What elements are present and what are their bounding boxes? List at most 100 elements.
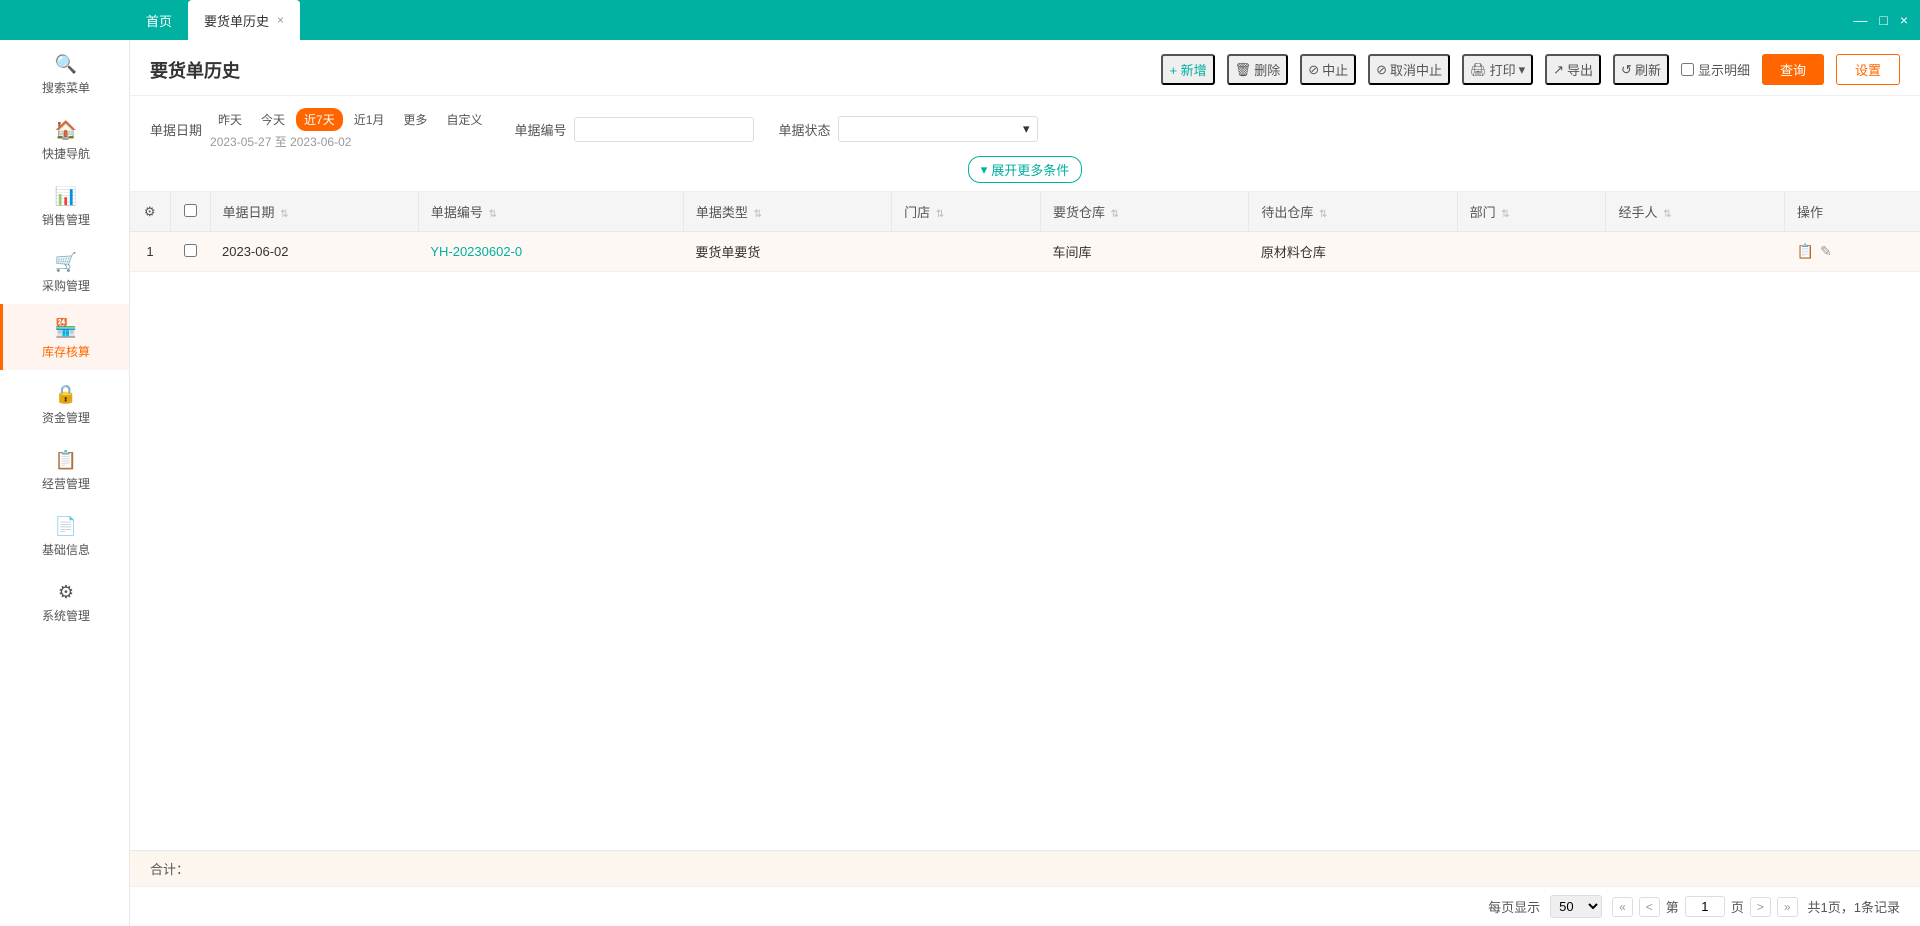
row-req-warehouse: 车间库 (1040, 232, 1248, 272)
row-checkbox-cell[interactable] (170, 232, 210, 272)
date-btn-custom[interactable]: 自定义 (438, 108, 490, 131)
date-btn-today[interactable]: 今天 (253, 108, 293, 131)
table-header-row: ⚙ 单据日期 ⇅ 单据编号 ⇅ 单据类型 ⇅ (130, 192, 1920, 232)
window-maximize-btn[interactable]: □ (1879, 12, 1887, 28)
next-page-btn[interactable]: > (1750, 897, 1771, 917)
sidebar-item-sales-label: 销售管理 (42, 211, 90, 228)
col-store[interactable]: 门店 ⇅ (892, 192, 1041, 232)
sidebar-item-sales-mgmt[interactable]: 📊 销售管理 (0, 172, 129, 238)
col-checkbox[interactable] (170, 192, 210, 232)
stop-icon: ⊘ (1308, 62, 1319, 78)
expand-label: 展开更多条件 (991, 160, 1069, 179)
export-button[interactable]: ↗ 导出 (1545, 54, 1601, 85)
sort-req-wh-icon: ⇅ (1111, 209, 1119, 220)
sidebar-item-finance-label: 资金管理 (42, 409, 90, 426)
per-page-label: 每页显示 (1488, 897, 1540, 916)
col-handler[interactable]: 经手人 ⇅ (1606, 192, 1785, 232)
first-page-btn[interactable]: « (1612, 897, 1633, 917)
date-btn-recent1m[interactable]: 近1月 (346, 108, 393, 131)
page-input[interactable] (1685, 896, 1725, 917)
table-container: ⚙ 单据日期 ⇅ 单据编号 ⇅ 单据类型 ⇅ (130, 192, 1920, 850)
tab-home[interactable]: 首页 (130, 0, 188, 40)
display-detail-input[interactable] (1681, 63, 1694, 76)
date-shortcuts: 昨天 今天 近7天 近1月 更多 自定义 2023-05-27 至 2023-0… (210, 108, 490, 150)
row-number-link[interactable]: YH-20230602-0 (430, 244, 522, 259)
col-settings[interactable]: ⚙ (130, 192, 170, 232)
col-number[interactable]: 单据编号 ⇅ (418, 192, 683, 232)
stop-button[interactable]: ⊘ 中止 (1300, 54, 1356, 85)
operations-mgmt-icon: 📋 (55, 450, 77, 471)
refresh-icon: ↺ (1621, 62, 1632, 78)
row-type: 要货单要货 (683, 232, 891, 272)
date-range-text: 2023-05-27 至 2023-06-02 (210, 133, 490, 150)
purchase-mgmt-icon: 🛒 (55, 252, 77, 273)
sidebar-item-system-mgmt[interactable]: ⚙ 系统管理 (0, 568, 129, 634)
date-filter-group: 单据日期 昨天 今天 近7天 近1月 更多 自定义 2023-05-27 至 2… (150, 108, 490, 150)
window-minimize-btn[interactable]: — (1853, 12, 1867, 28)
sidebar-item-purchase-mgmt[interactable]: 🛒 采购管理 (0, 238, 129, 304)
print-dropdown-icon: ▾ (1519, 62, 1526, 78)
toolbar: + 新增 🗑 删除 ⊘ 中止 ⊘ 取消中止 🖨 打印 ▾ (1161, 54, 1900, 85)
sort-store-icon: ⇅ (936, 209, 944, 220)
quick-nav-icon: 🏠 (55, 120, 77, 141)
query-button[interactable]: 查询 (1762, 54, 1824, 85)
status-select[interactable]: ▾ (838, 116, 1038, 142)
print-button[interactable]: 🖨 打印 ▾ (1462, 54, 1533, 85)
action-buttons: 📋 ✎ (1797, 243, 1908, 260)
row-handler (1606, 232, 1785, 272)
page-header: 要货单历史 + 新增 🗑 删除 ⊘ 中止 ⊘ 取消中止 🖨 打印 (130, 40, 1920, 96)
sidebar-item-quick-label: 快捷导航 (42, 145, 90, 162)
page-label: 第 (1666, 897, 1679, 916)
last-page-btn[interactable]: » (1777, 897, 1798, 917)
tab-home-label: 首页 (146, 11, 172, 30)
refresh-button[interactable]: ↺ 刷新 (1613, 54, 1669, 85)
col-type[interactable]: 单据类型 ⇅ (683, 192, 891, 232)
prev-page-btn[interactable]: < (1639, 897, 1660, 917)
table-row: 1 2023-06-02 YH-20230602-0 要货单要货 车间库 原材料… (130, 232, 1920, 272)
system-mgmt-icon: ⚙ (58, 582, 74, 603)
sort-date-icon: ⇅ (280, 209, 288, 220)
col-req-warehouse[interactable]: 要货仓库 ⇅ (1040, 192, 1248, 232)
col-date[interactable]: 单据日期 ⇅ (210, 192, 418, 232)
cancel-stop-button[interactable]: ⊘ 取消中止 (1368, 54, 1450, 85)
row-store (892, 232, 1041, 272)
tab-close-icon[interactable]: × (277, 13, 284, 27)
sidebar-item-operations-label: 经营管理 (42, 475, 90, 492)
status-filter-group: 单据状态 ▾ (778, 116, 1038, 142)
doc-number-input[interactable] (574, 117, 754, 142)
per-page-select[interactable]: 50 100 200 (1550, 895, 1602, 918)
sidebar-item-finance-mgmt[interactable]: 🔒 资金管理 (0, 370, 129, 436)
date-btn-yesterday[interactable]: 昨天 (210, 108, 250, 131)
sidebar-item-operations-mgmt[interactable]: 📋 经营管理 (0, 436, 129, 502)
view-action-btn[interactable]: 📋 (1797, 243, 1814, 260)
refresh-label: 刷新 (1635, 60, 1661, 79)
col-pending-warehouse[interactable]: 待出仓库 ⇅ (1249, 192, 1457, 232)
row-checkbox[interactable] (184, 244, 197, 257)
select-all-checkbox[interactable] (184, 204, 197, 217)
sidebar-item-search-label: 搜索菜单 (42, 79, 90, 96)
sidebar-item-inventory-mgmt[interactable]: 🏪 库存核算 (0, 304, 129, 370)
sort-handler-icon: ⇅ (1663, 209, 1671, 220)
expand-more-btn[interactable]: ▾ 展开更多条件 (968, 156, 1083, 183)
export-label: 导出 (1567, 60, 1593, 79)
date-btn-recent7[interactable]: 近7天 (296, 108, 343, 131)
edit-action-btn[interactable]: ✎ (1820, 243, 1832, 260)
tab-requisition-history[interactable]: 要货单历史 × (188, 0, 300, 40)
tab-requisition-label: 要货单历史 (204, 11, 269, 30)
sidebar-item-search-menu[interactable]: 🔍 搜索菜单 (0, 40, 129, 106)
sidebar-item-quick-nav[interactable]: 🏠 快捷导航 (0, 106, 129, 172)
sidebar-item-basic-label: 基础信息 (42, 541, 90, 558)
date-btn-more[interactable]: 更多 (395, 108, 435, 131)
delete-button[interactable]: 🗑 删除 (1227, 54, 1289, 85)
footer-summary: 合计： (130, 850, 1920, 886)
col-department[interactable]: 部门 ⇅ (1457, 192, 1606, 232)
expand-icon: ▾ (981, 162, 988, 178)
display-detail-checkbox[interactable]: 显示明细 (1681, 60, 1750, 79)
sidebar-item-inventory-label: 库存核算 (42, 343, 90, 360)
sidebar-item-basic-info[interactable]: 📄 基础信息 (0, 502, 129, 568)
add-button[interactable]: + 新增 (1161, 54, 1214, 85)
settings-button[interactable]: 设置 (1836, 54, 1900, 85)
row-number[interactable]: YH-20230602-0 (418, 232, 683, 272)
window-close-btn[interactable]: × (1900, 12, 1908, 28)
doc-number-label: 单据编号 (514, 120, 566, 139)
